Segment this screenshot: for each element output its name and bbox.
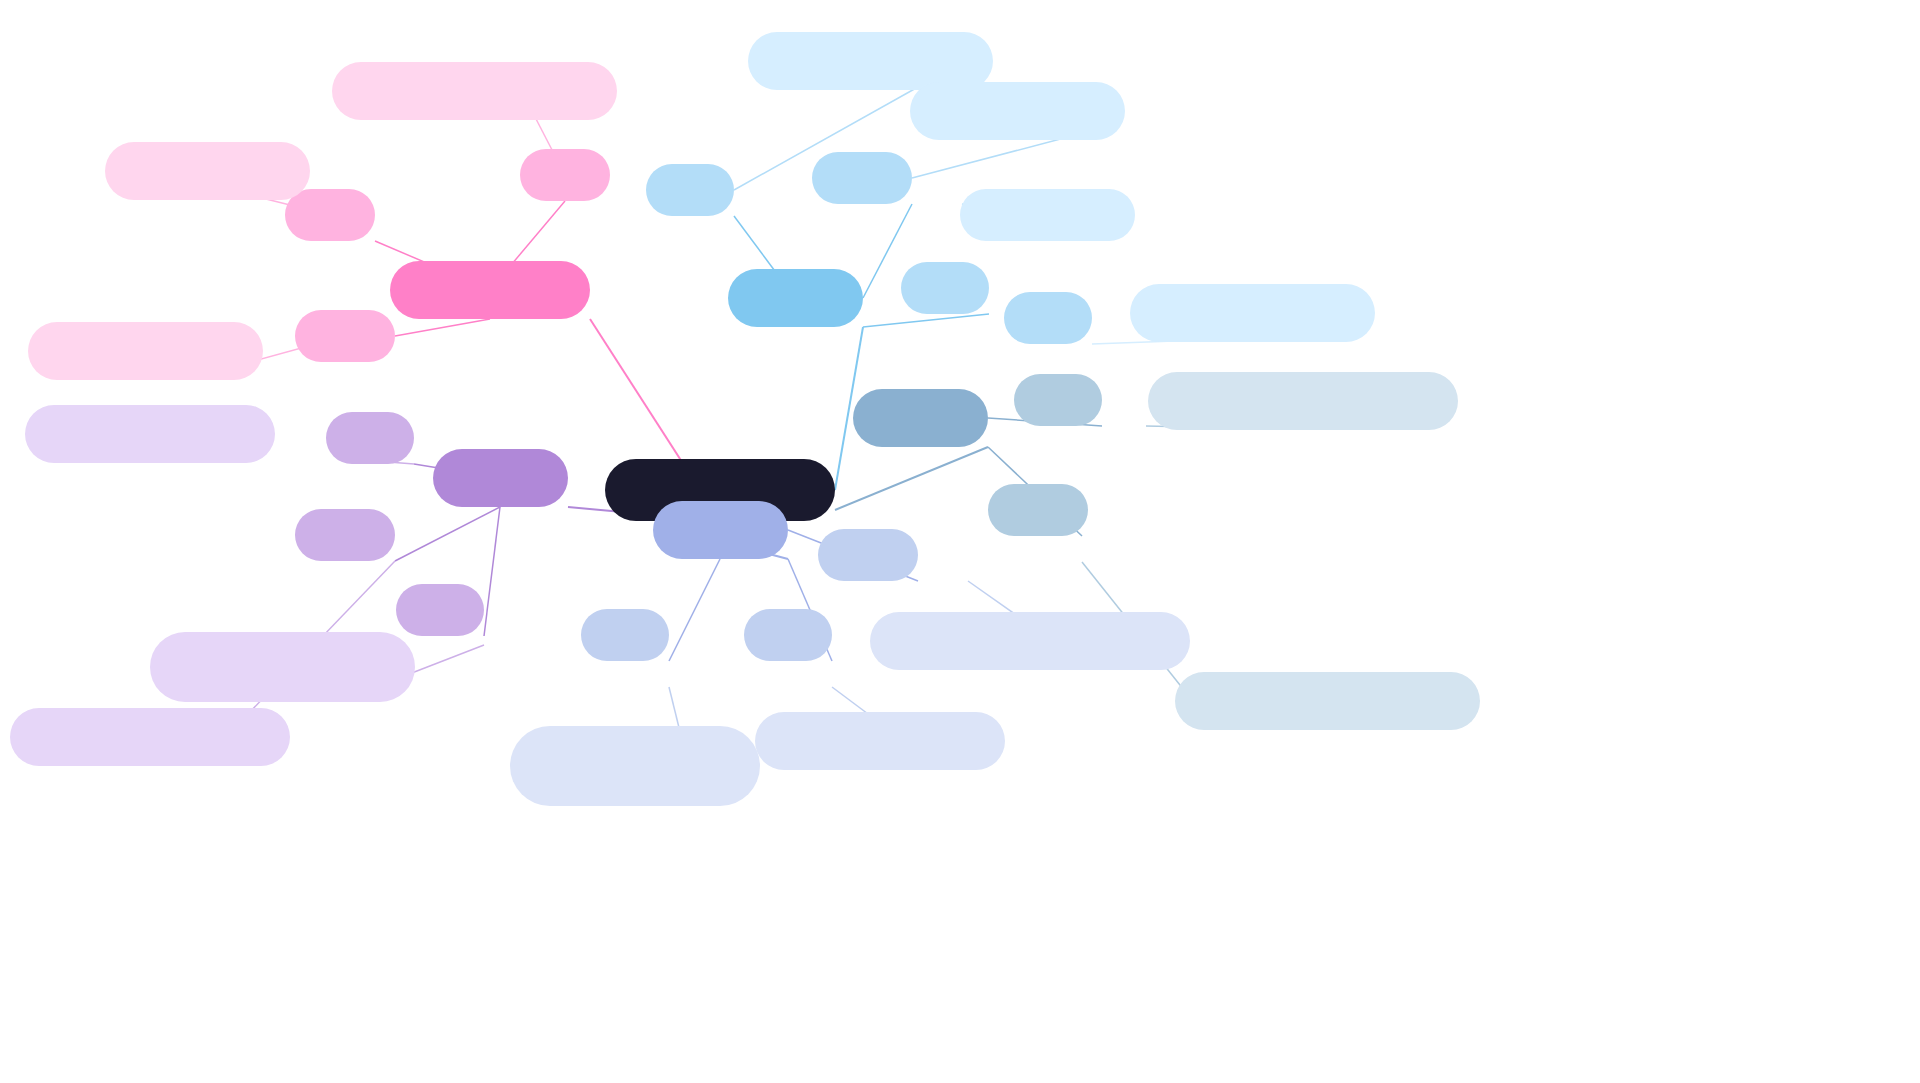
m2-age-node[interactable] — [1014, 374, 1102, 426]
m4-aim-node[interactable] — [326, 412, 414, 464]
nuanced-node[interactable] — [10, 708, 290, 766]
svg-line-2 — [835, 447, 988, 510]
basic-int-node[interactable] — [910, 82, 1125, 140]
svg-line-15 — [912, 137, 1068, 178]
adv-comm-node[interactable] — [870, 612, 1190, 670]
social-cues-node[interactable] — [960, 189, 1135, 241]
unlock-social-node[interactable] — [755, 712, 1005, 770]
svg-line-13 — [863, 314, 989, 327]
svg-line-23 — [395, 507, 500, 561]
verbal-adults-node[interactable] — [150, 632, 415, 702]
comm-dev-node[interactable] — [332, 62, 617, 120]
module3-node[interactable] — [653, 501, 788, 559]
module2-node[interactable] — [853, 389, 988, 447]
verbal-youth-node[interactable] — [510, 726, 760, 806]
m1-aim-node[interactable] — [901, 262, 989, 314]
toddler-focus-node[interactable] — [295, 310, 395, 362]
m1-aim-sub-node[interactable] — [1004, 292, 1092, 344]
svg-line-6 — [395, 319, 490, 336]
m3-age-node[interactable] — [581, 609, 669, 661]
toddler-aim-node[interactable] — [520, 149, 610, 201]
toddler-age-node[interactable] — [285, 189, 375, 241]
m4-age-node[interactable] — [396, 584, 484, 636]
m4-focus-node[interactable] — [295, 509, 395, 561]
enc-creativity-node[interactable] — [1130, 284, 1375, 342]
module1-node[interactable] — [728, 269, 863, 327]
svg-line-28 — [669, 559, 720, 661]
m1-age-node[interactable] — [646, 164, 734, 216]
twelve-months-node[interactable] — [105, 142, 310, 200]
complex-social-node[interactable] — [1175, 672, 1480, 730]
meaningful-node[interactable] — [25, 405, 275, 463]
module4-node[interactable] — [433, 449, 568, 507]
any-age-node[interactable] — [1148, 372, 1458, 430]
m2-focus-node[interactable] — [988, 484, 1088, 536]
m3-aim-node[interactable] — [744, 609, 832, 661]
m1-focus-node[interactable] — [812, 152, 912, 204]
m3-focus-node[interactable] — [818, 529, 918, 581]
toddler-module-node[interactable] — [390, 261, 590, 319]
svg-line-24 — [484, 507, 500, 636]
early-social-node[interactable] — [28, 322, 263, 380]
